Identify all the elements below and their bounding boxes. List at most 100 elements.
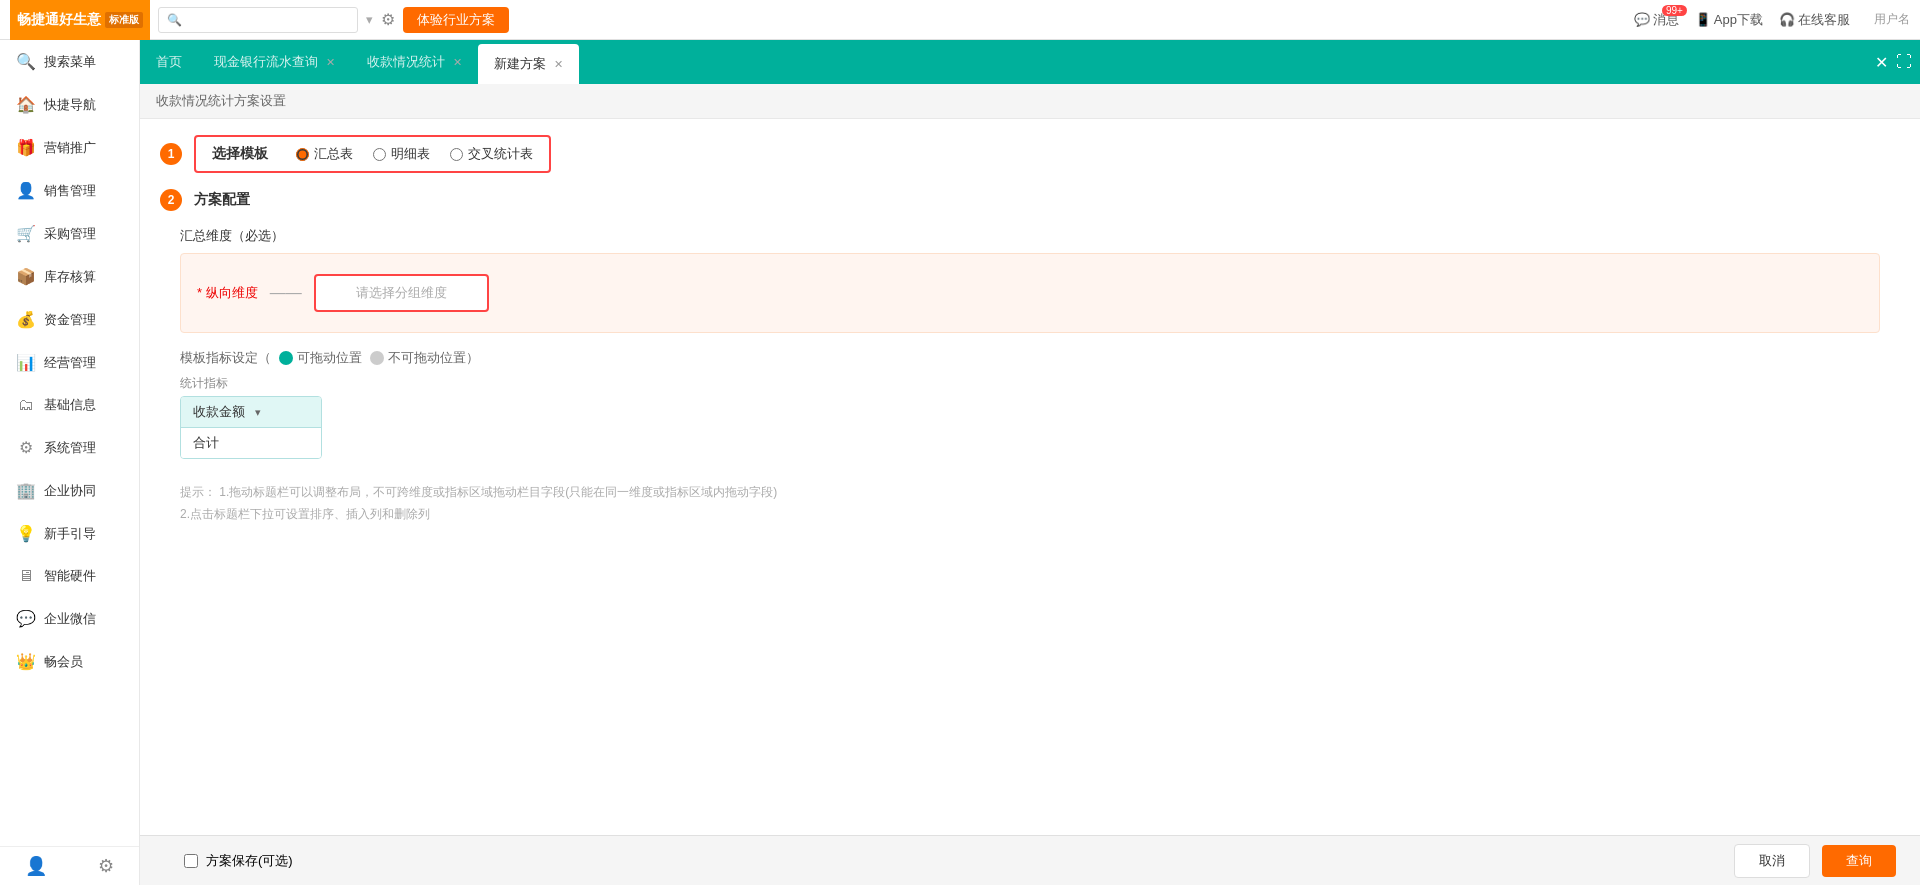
sidebar-item-label: 智能硬件 [44, 567, 96, 585]
dim-row: * 纵向维度 —— 请选择分组维度 [197, 274, 489, 312]
stat-col-chevron: ▾ [255, 406, 261, 419]
content: 收款情况统计方案设置 1 选择模板 汇总表 [140, 84, 1920, 835]
radio-summary-input[interactable] [296, 148, 309, 161]
app-logo: 畅捷通好生意 标准版 [10, 0, 150, 40]
app-edition: 标准版 [105, 12, 143, 28]
tab-cash-query[interactable]: 现金银行流水查询 ✕ [198, 40, 351, 84]
sidebar-item-wechat[interactable]: 💬 企业微信 [0, 597, 139, 640]
sidebar-item-sales[interactable]: 👤 销售管理 [0, 169, 139, 212]
sidebar-item-label: 系统管理 [44, 439, 96, 457]
radio-detail-input[interactable] [373, 148, 386, 161]
dropdown-icon[interactable]: ▾ [366, 12, 373, 27]
sidebar-item-hardware[interactable]: 🖥 智能硬件 [0, 555, 139, 597]
inventory-icon: 📦 [16, 267, 36, 286]
purchase-icon: 🛒 [16, 224, 36, 243]
content-inner: 收款情况统计方案设置 1 选择模板 汇总表 [140, 84, 1920, 835]
sidebar-item-search-menu[interactable]: 🔍 搜索菜单 [0, 40, 139, 83]
download-label: App下载 [1714, 11, 1763, 29]
step2-row: 2 方案配置 [160, 189, 1900, 211]
support-btn[interactable]: 🎧 在线客服 [1779, 11, 1850, 29]
fixed-toggle: 不可拖动位置） [370, 349, 479, 367]
enterprise-icon: 🏢 [16, 481, 36, 500]
dimension-section-title: 汇总维度（必选） [180, 227, 1880, 245]
home-tab-label: 首页 [156, 53, 182, 71]
sidebar-item-operations[interactable]: 📊 经营管理 [0, 341, 139, 384]
sidebar-item-label: 新手引导 [44, 525, 96, 543]
search-bar: 🔍 [158, 7, 358, 33]
industry-plan-btn[interactable]: 体验行业方案 [403, 7, 509, 33]
message-btn[interactable]: 💬 消息 99+ [1634, 11, 1679, 29]
sidebar-item-label: 资金管理 [44, 311, 96, 329]
dimension-title-text: 汇总维度（必选） [180, 228, 284, 243]
basic-info-icon: 🗂 [16, 396, 36, 414]
radio-detail-label: 明细表 [391, 145, 430, 163]
sidebar-item-quick-nav[interactable]: 🏠 快捷导航 [0, 83, 139, 126]
sidebar-item-label: 企业协同 [44, 482, 96, 500]
gear-icon[interactable]: ⚙ [381, 10, 395, 29]
tab-collection-stat[interactable]: 收款情况统计 ✕ [351, 40, 478, 84]
sidebar-item-member[interactable]: 👑 畅会员 [0, 640, 139, 683]
save-label: 方案保存(可选) [206, 852, 293, 870]
cancel-button[interactable]: 取消 [1734, 844, 1810, 878]
marketing-icon: 🎁 [16, 138, 36, 157]
radio-summary[interactable]: 汇总表 [296, 145, 353, 163]
sidebar-item-label: 采购管理 [44, 225, 96, 243]
sidebar-item-basic-info[interactable]: 🗂 基础信息 [0, 384, 139, 426]
save-row: 方案保存(可选) [164, 852, 293, 870]
step1-row: 1 选择模板 汇总表 明细表 [160, 135, 1900, 173]
query-button[interactable]: 查询 [1822, 845, 1896, 877]
sidebar-item-finance[interactable]: 💰 资金管理 [0, 298, 139, 341]
page-breadcrumb: 收款情况统计方案设置 [140, 84, 1920, 119]
stat-table-header[interactable]: 收款金额 ▾ [181, 397, 321, 428]
tab-close-all-icon[interactable]: ✕ [1875, 53, 1888, 72]
radio-cross-input[interactable] [450, 148, 463, 161]
step1-label: 选择模板 [212, 145, 268, 163]
form-section: 1 选择模板 汇总表 明细表 [140, 119, 1920, 565]
sidebar-item-label: 基础信息 [44, 396, 96, 414]
dim-select-box[interactable]: 请选择分组维度 [314, 274, 489, 312]
sidebar-settings-btn[interactable]: ⚙ [98, 855, 114, 877]
sidebar-avatar-btn[interactable]: 👤 [25, 855, 47, 877]
top-bar: 畅捷通好生意 标准版 🔍 ▾ ⚙ 体验行业方案 💬 消息 99+ 📱 App下载… [0, 0, 1920, 40]
tab-cash-query-label: 现金银行流水查询 [214, 53, 318, 71]
tips-section: 提示： 1.拖动标题栏可以调整布局，不可跨维度或指标区域拖动栏目字段(只能在同一… [180, 474, 1880, 533]
movable-label: 可拖动位置 [297, 349, 362, 367]
sidebar-bottom: 👤 ⚙ [0, 846, 139, 885]
tab-bar-actions: ✕ ⛶ [1875, 53, 1920, 72]
tab-cash-close-icon[interactable]: ✕ [326, 56, 335, 69]
main: 首页 现金银行流水查询 ✕ 收款情况统计 ✕ 新建方案 ✕ ✕ ⛶ [140, 40, 1920, 885]
save-checkbox[interactable] [184, 854, 198, 868]
sidebar-item-label: 快捷导航 [44, 96, 96, 114]
tab-home[interactable]: 首页 [140, 40, 198, 84]
stat-total-label: 合计 [193, 435, 219, 450]
dim-arrow-icon: —— [270, 284, 302, 302]
sidebar-item-inventory[interactable]: 📦 库存核算 [0, 255, 139, 298]
stat-table-row-total: 合计 [181, 428, 321, 458]
radio-cross[interactable]: 交叉统计表 [450, 145, 533, 163]
sidebar-item-purchase[interactable]: 🛒 采购管理 [0, 212, 139, 255]
download-btn[interactable]: 📱 App下载 [1695, 11, 1763, 29]
fixed-label: 不可拖动位置） [388, 349, 479, 367]
dimension-area: * 纵向维度 —— 请选择分组维度 [180, 253, 1880, 333]
sidebar: 🔍 搜索菜单 🏠 快捷导航 🎁 营销推广 👤 销售管理 🛒 采购管理 📦 库存核… [0, 40, 140, 885]
radio-detail[interactable]: 明细表 [373, 145, 430, 163]
settings-icon: ⚙ [98, 855, 114, 877]
stat-col-header: 收款金额 [193, 403, 245, 421]
tab-fullscreen-icon[interactable]: ⛶ [1896, 53, 1912, 71]
sidebar-item-label: 营销推广 [44, 139, 96, 157]
sidebar-item-label: 销售管理 [44, 182, 96, 200]
tab-collection-close-icon[interactable]: ✕ [453, 56, 462, 69]
app-body: 🔍 搜索菜单 🏠 快捷导航 🎁 营销推广 👤 销售管理 🛒 采购管理 📦 库存核… [0, 40, 1920, 885]
indicators-label-row: 模板指标设定（ 可拖动位置 不可拖动位置） [180, 349, 1880, 367]
tab-new-plan-label: 新建方案 [494, 55, 546, 73]
search-icon: 🔍 [167, 13, 182, 27]
sidebar-item-guide[interactable]: 💡 新手引导 [0, 512, 139, 555]
tab-new-plan-close-icon[interactable]: ✕ [554, 58, 563, 71]
sidebar-item-marketing[interactable]: 🎁 营销推广 [0, 126, 139, 169]
tab-new-plan[interactable]: 新建方案 ✕ [478, 44, 579, 84]
sidebar-item-enterprise[interactable]: 🏢 企业协同 [0, 469, 139, 512]
sidebar-item-system[interactable]: ⚙ 系统管理 [0, 426, 139, 469]
member-icon: 👑 [16, 652, 36, 671]
top-icons: 💬 消息 99+ 📱 App下载 🎧 在线客服 用户名 [1634, 11, 1910, 29]
sidebar-item-label: 经营管理 [44, 354, 96, 372]
